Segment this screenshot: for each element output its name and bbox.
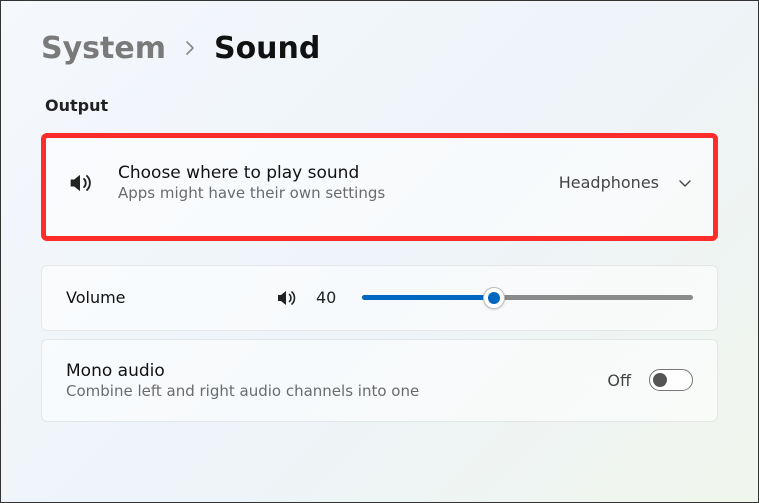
slider-fill: [362, 295, 494, 300]
breadcrumb-parent[interactable]: System: [41, 31, 166, 66]
output-device-selected: Headphones: [559, 173, 659, 192]
slider-thumb[interactable]: [483, 287, 505, 309]
output-device-subtitle: Apps might have their own settings: [118, 184, 535, 204]
mono-audio-subtitle: Combine left and right audio channels in…: [66, 382, 583, 402]
speaker-icon: [66, 169, 94, 197]
volume-slider[interactable]: [362, 286, 693, 310]
output-device-text: Choose where to play sound Apps might ha…: [118, 162, 535, 204]
breadcrumb: System Sound: [41, 31, 718, 66]
mono-audio-card: Mono audio Combine left and right audio …: [41, 339, 718, 423]
toggle-knob: [653, 373, 667, 387]
mono-audio-toggle[interactable]: [649, 369, 693, 391]
output-device-title: Choose where to play sound: [118, 162, 535, 184]
volume-value: 40: [316, 288, 344, 307]
speaker-volume-icon[interactable]: [274, 286, 298, 310]
chevron-right-icon: [184, 40, 196, 61]
output-device-value: Headphones: [559, 173, 693, 192]
mono-audio-title: Mono audio: [66, 360, 583, 382]
output-device-card[interactable]: Choose where to play sound Apps might ha…: [41, 133, 718, 241]
mono-audio-state-label: Off: [607, 371, 631, 390]
mono-audio-text: Mono audio Combine left and right audio …: [66, 360, 583, 402]
section-label-output: Output: [41, 96, 718, 115]
breadcrumb-current: Sound: [214, 31, 320, 66]
mono-audio-right: Off: [607, 369, 693, 391]
volume-card: Volume 40: [41, 265, 718, 331]
chevron-down-icon[interactable]: [677, 175, 693, 191]
volume-label: Volume: [66, 288, 256, 307]
